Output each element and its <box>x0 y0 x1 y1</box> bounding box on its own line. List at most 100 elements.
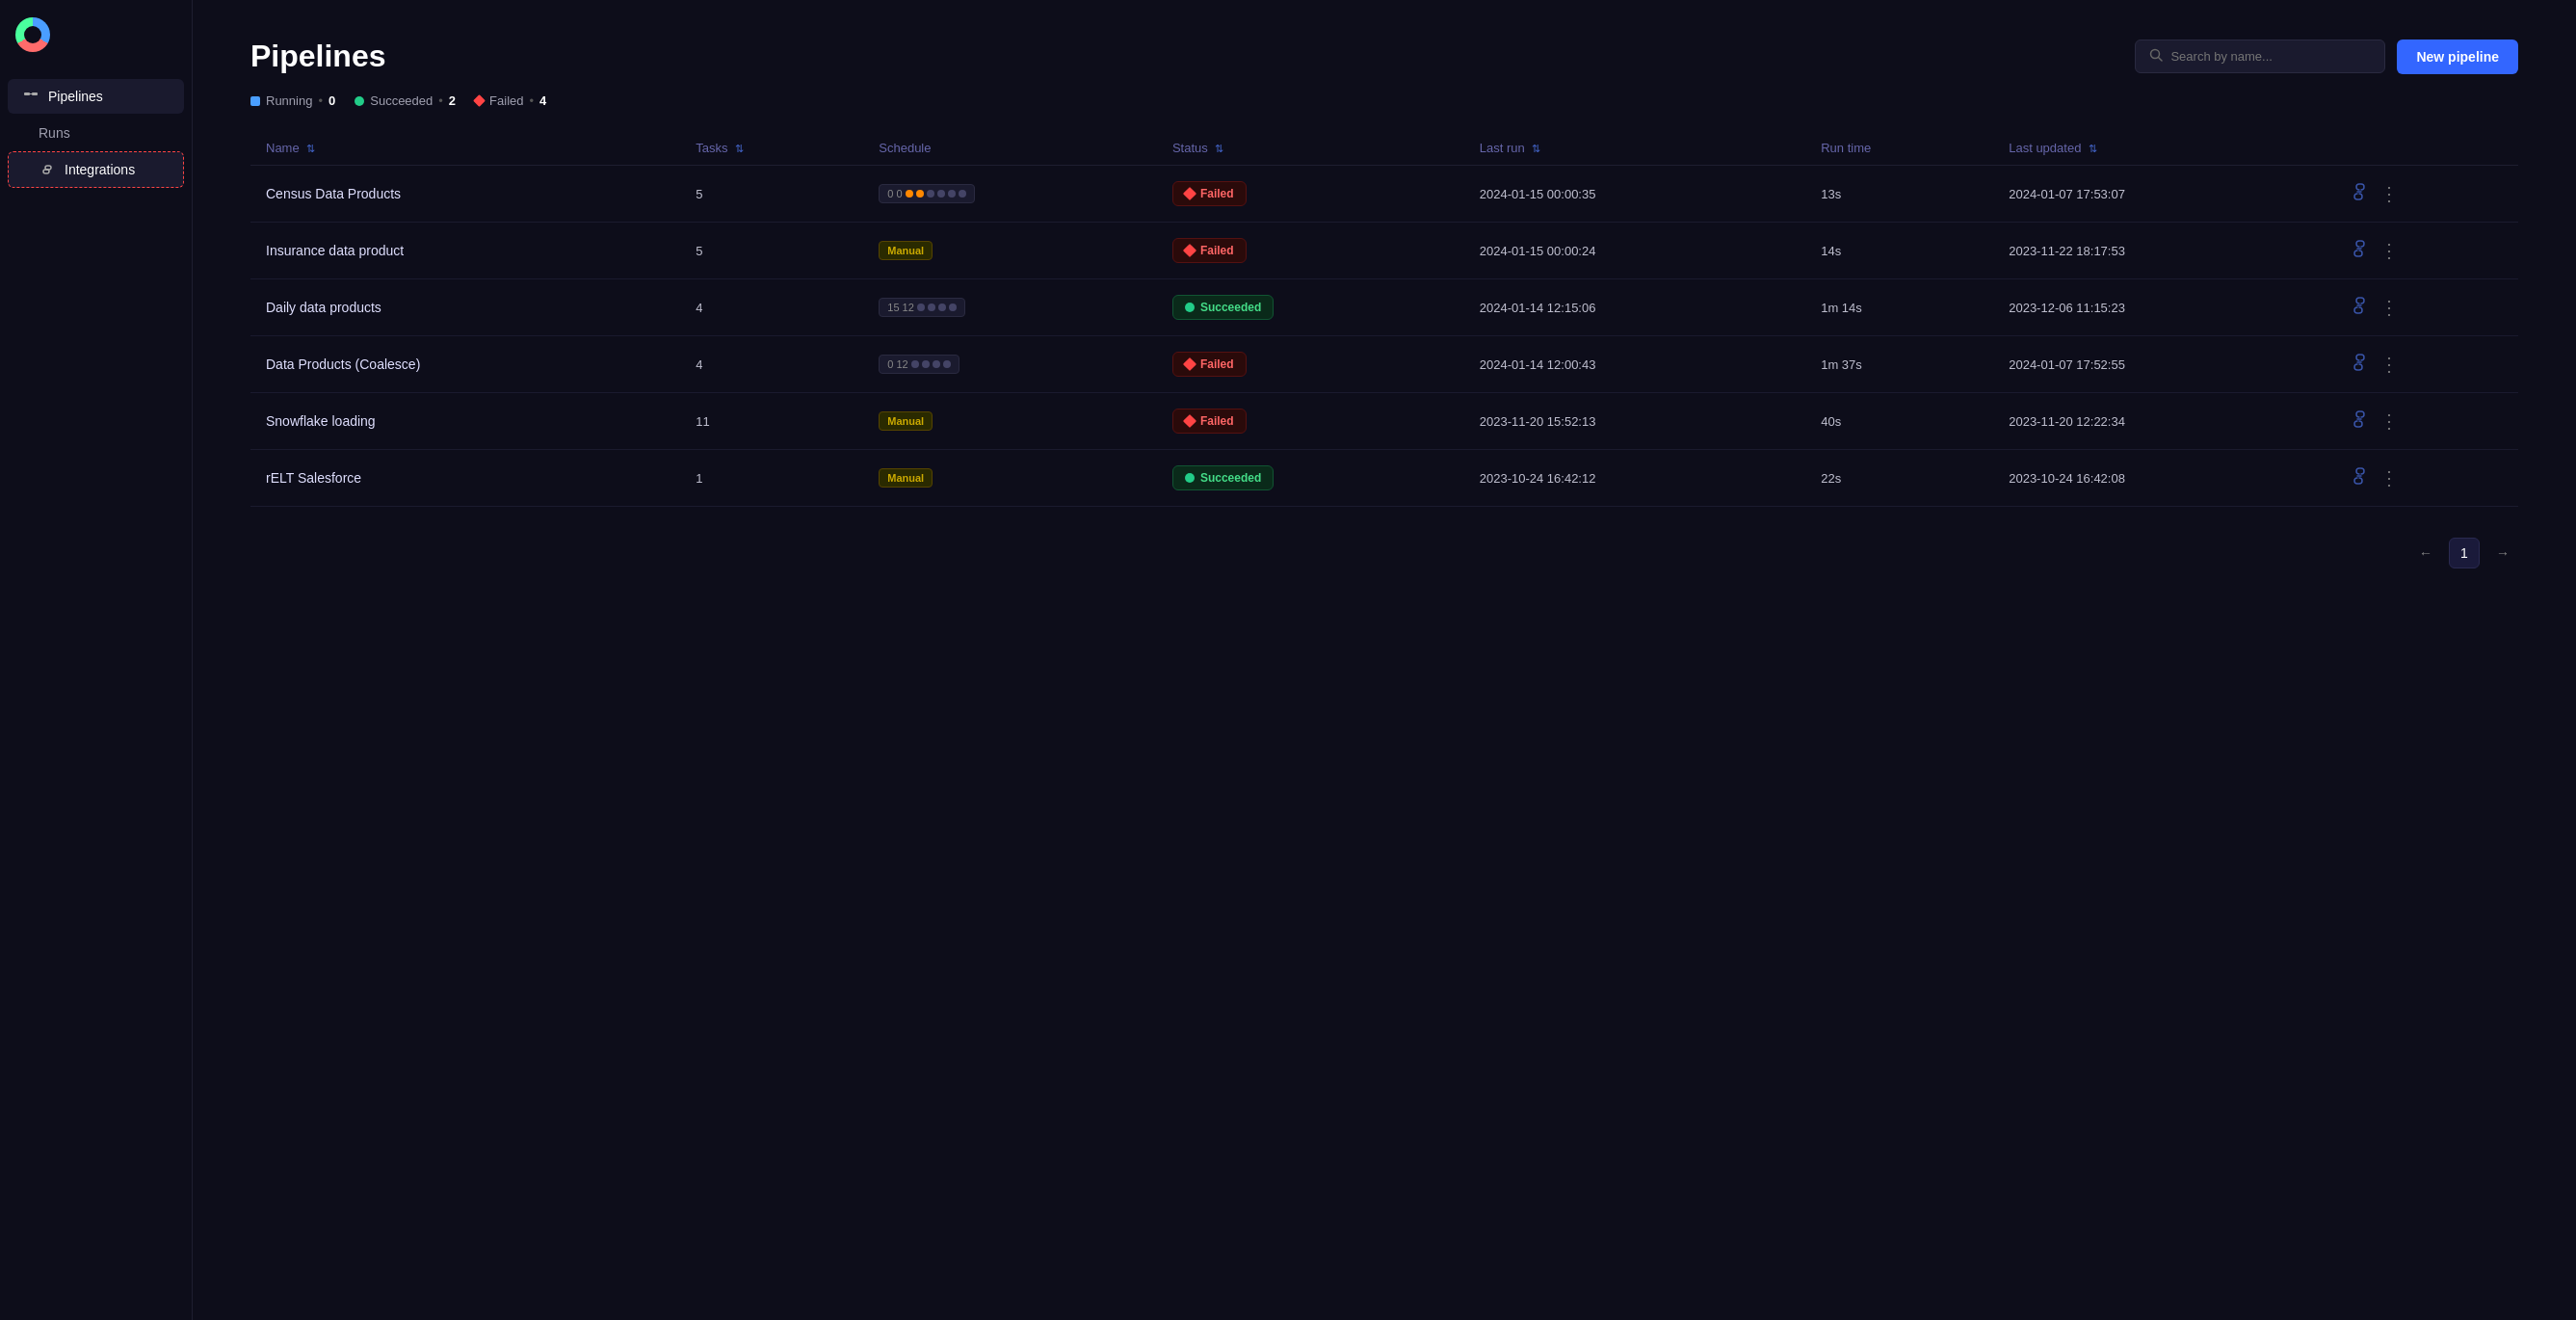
page-1-button[interactable]: 1 <box>2449 538 2480 568</box>
cell-status: Failed <box>1157 223 1464 279</box>
pipeline-table: Name ⇅ Tasks ⇅ Schedule Status ⇅ Last ru… <box>250 131 2518 507</box>
cell-last-run: 2023-11-20 15:52:13 <box>1464 393 1805 450</box>
more-options-icon[interactable]: ⋮ <box>2379 239 2399 262</box>
pipeline-name-label: Snowflake loading <box>266 413 376 429</box>
cell-name: Daily data products <box>250 279 680 336</box>
filter-running-count: 0 <box>329 93 335 108</box>
prev-page-button[interactable]: ← <box>2410 538 2441 568</box>
pipeline-name-label: Census Data Products <box>266 186 401 201</box>
failed-status-icon <box>1183 187 1196 200</box>
table-header-row: Name ⇅ Tasks ⇅ Schedule Status ⇅ Last ru… <box>250 131 2518 166</box>
cell-status: Succeeded <box>1157 279 1464 336</box>
more-options-icon[interactable]: ⋮ <box>2379 353 2399 376</box>
cell-last-run: 2024-01-14 12:15:06 <box>1464 279 1805 336</box>
col-last-updated[interactable]: Last updated ⇅ <box>1993 131 2334 166</box>
pagination: ← 1 → <box>250 538 2518 568</box>
link-copy-icon[interactable] <box>2351 354 2368 375</box>
sidebar-item-integrations-label: Integrations <box>65 162 135 177</box>
next-page-button[interactable]: → <box>2487 538 2518 568</box>
failed-icon <box>473 94 486 107</box>
cell-last-updated: 2024-01-07 17:53:07 <box>1993 166 2334 223</box>
row-actions: ⋮ <box>2351 239 2503 262</box>
link-copy-icon[interactable] <box>2351 183 2368 204</box>
cell-last-updated: 2023-10-24 16:42:08 <box>1993 450 2334 507</box>
new-pipeline-button[interactable]: New pipeline <box>2397 40 2518 74</box>
col-actions <box>2335 131 2518 166</box>
search-icon <box>2149 48 2163 65</box>
cell-last-updated: 2023-11-22 18:17:53 <box>1993 223 2334 279</box>
failed-status-icon <box>1183 414 1196 428</box>
col-name[interactable]: Name ⇅ <box>250 131 680 166</box>
sidebar-item-runs[interactable]: Runs <box>8 116 184 150</box>
svg-rect-2 <box>30 93 32 94</box>
cell-name: Data Products (Coalesce) <box>250 336 680 393</box>
cell-status: Failed <box>1157 393 1464 450</box>
search-input[interactable] <box>2170 49 2371 64</box>
cell-actions: ⋮ <box>2335 336 2518 393</box>
page-title: Pipelines <box>250 39 386 74</box>
pipeline-name-label: Data Products (Coalesce) <box>266 356 420 372</box>
header-actions: New pipeline <box>2135 40 2518 74</box>
link-copy-icon[interactable] <box>2351 297 2368 318</box>
link-copy-icon[interactable] <box>2351 467 2368 488</box>
cell-actions: ⋮ <box>2335 450 2518 507</box>
table-row: Census Data Products 5 00 Failed 2024-01… <box>250 166 2518 223</box>
more-options-icon[interactable]: ⋮ <box>2379 182 2399 205</box>
more-options-icon[interactable]: ⋮ <box>2379 409 2399 433</box>
page-header: Pipelines New pipeline <box>250 39 2518 74</box>
app-logo <box>0 0 192 69</box>
cell-tasks: 1 <box>680 450 863 507</box>
cell-run-time: 22s <box>1805 450 1993 507</box>
cell-run-time: 40s <box>1805 393 1993 450</box>
col-run-time: Run time <box>1805 131 1993 166</box>
link-copy-icon[interactable] <box>2351 240 2368 261</box>
cell-last-updated: 2023-11-20 12:22:34 <box>1993 393 2334 450</box>
filter-running-label: Running <box>266 93 312 108</box>
col-tasks[interactable]: Tasks ⇅ <box>680 131 863 166</box>
schedule-badge-manual: Manual <box>879 411 933 431</box>
cell-schedule: 00 <box>863 166 1157 223</box>
failed-status-icon <box>1183 357 1196 371</box>
cell-status: Succeeded <box>1157 450 1464 507</box>
filter-failed[interactable]: Failed • 4 <box>475 93 546 108</box>
status-badge-succeeded: Succeeded <box>1172 465 1274 490</box>
cell-actions: ⋮ <box>2335 279 2518 336</box>
logo-icon <box>15 17 50 52</box>
cell-run-time: 13s <box>1805 166 1993 223</box>
cell-schedule: Manual <box>863 223 1157 279</box>
link-icon <box>39 162 55 177</box>
table-row: Daily data products 4 1512 Succeeded 202… <box>250 279 2518 336</box>
row-actions: ⋮ <box>2351 409 2503 433</box>
sidebar-item-pipelines[interactable]: Pipelines <box>8 79 184 114</box>
sidebar-navigation: Pipelines Runs Integrations <box>0 69 192 1320</box>
failed-status-icon <box>1183 244 1196 257</box>
more-options-icon[interactable]: ⋮ <box>2379 296 2399 319</box>
cell-name: rELT Salesforce <box>250 450 680 507</box>
succeeded-icon <box>355 96 364 106</box>
sidebar-item-integrations[interactable]: Integrations <box>8 151 184 188</box>
svg-rect-0 <box>24 92 30 95</box>
cell-run-time: 1m 14s <box>1805 279 1993 336</box>
filter-running[interactable]: Running • 0 <box>250 93 335 108</box>
cell-last-updated: 2023-12-06 11:15:23 <box>1993 279 2334 336</box>
cell-status: Failed <box>1157 166 1464 223</box>
filter-succeeded-count: 2 <box>449 93 456 108</box>
col-status[interactable]: Status ⇅ <box>1157 131 1464 166</box>
filter-failed-count: 4 <box>539 93 546 108</box>
cell-name: Census Data Products <box>250 166 680 223</box>
filter-failed-label: Failed <box>489 93 523 108</box>
table-row: rELT Salesforce 1 Manual Succeeded 2023-… <box>250 450 2518 507</box>
running-icon <box>250 96 260 106</box>
filter-succeeded[interactable]: Succeeded • 2 <box>355 93 456 108</box>
more-options-icon[interactable]: ⋮ <box>2379 466 2399 489</box>
cell-tasks: 5 <box>680 166 863 223</box>
pipeline-table-container: Name ⇅ Tasks ⇅ Schedule Status ⇅ Last ru… <box>250 131 2518 507</box>
cell-last-run: 2024-01-15 00:00:24 <box>1464 223 1805 279</box>
status-badge-failed: Failed <box>1172 409 1247 434</box>
link-copy-icon[interactable] <box>2351 410 2368 432</box>
svg-line-5 <box>2159 58 2163 62</box>
cell-run-time: 1m 37s <box>1805 336 1993 393</box>
col-last-run[interactable]: Last run ⇅ <box>1464 131 1805 166</box>
cell-actions: ⋮ <box>2335 223 2518 279</box>
cell-status: Failed <box>1157 336 1464 393</box>
